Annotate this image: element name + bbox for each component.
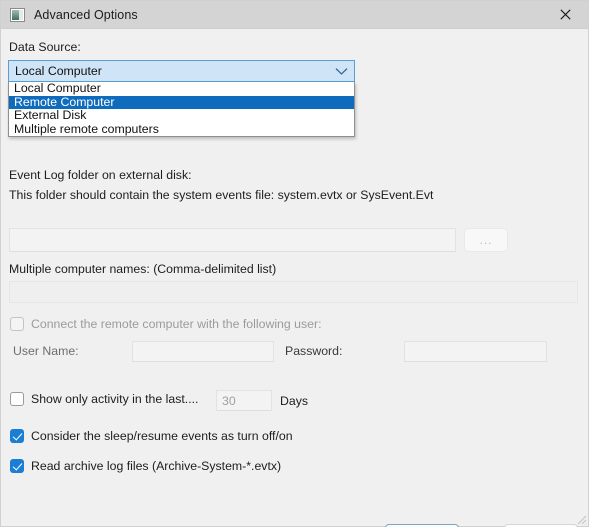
event-log-folder-label: Event Log folder on external disk:: [9, 168, 192, 182]
show-activity-checkbox-row[interactable]: Show only activity in the last....: [10, 392, 198, 406]
multiple-computer-names-input[interactable]: [9, 281, 578, 303]
dialog-body: Data Source: Local Computer Local Comput…: [1, 29, 588, 527]
data-source-selected-value: Local Computer: [15, 64, 102, 78]
password-label: Password:: [285, 344, 343, 358]
data-source-label: Data Source:: [9, 40, 81, 54]
close-icon[interactable]: [543, 1, 588, 29]
event-log-folder-input[interactable]: [9, 228, 456, 252]
app-window-icon: [10, 7, 25, 22]
sleep-resume-checkbox[interactable]: [10, 429, 24, 443]
password-input[interactable]: [404, 341, 547, 362]
dropdown-option-multiple-remote-computers[interactable]: Multiple remote computers: [9, 122, 354, 137]
browse-folder-button[interactable]: ...: [464, 228, 508, 252]
resize-grip[interactable]: [574, 512, 587, 525]
event-log-folder-hint: This folder should contain the system ev…: [9, 188, 434, 202]
show-activity-checkbox[interactable]: [10, 392, 24, 406]
data-source-dropdown-list[interactable]: Local Computer Remote Computer External …: [8, 81, 355, 137]
show-activity-label: Show only activity in the last....: [31, 392, 199, 406]
dropdown-option-remote-computer[interactable]: Remote Computer: [9, 95, 354, 109]
title-bar: Advanced Options: [1, 1, 588, 29]
advanced-options-dialog: Advanced Options Data Source: Local Comp…: [0, 0, 589, 527]
days-label: Days: [280, 394, 309, 408]
dropdown-option-local-computer[interactable]: Local Computer: [9, 81, 354, 96]
days-input[interactable]: 30: [216, 390, 272, 411]
data-source-combobox[interactable]: Local Computer: [8, 60, 355, 82]
archive-log-label: Read archive log files (Archive-System-*…: [31, 459, 282, 473]
connect-remote-user-checkbox[interactable]: [10, 317, 24, 331]
sleep-resume-label: Consider the sleep/resume events as turn…: [31, 429, 293, 443]
dropdown-option-external-disk[interactable]: External Disk: [9, 108, 354, 123]
chevron-down-icon: [335, 67, 348, 76]
window-title: Advanced Options: [34, 7, 138, 22]
connect-remote-user-checkbox-row[interactable]: Connect the remote computer with the fol…: [10, 317, 322, 331]
archive-log-checkbox[interactable]: [10, 459, 24, 473]
user-name-input[interactable]: [132, 341, 274, 362]
multiple-computer-names-label: Multiple computer names: (Comma-delimite…: [9, 262, 277, 276]
connect-remote-user-label: Connect the remote computer with the fol…: [31, 317, 322, 331]
user-name-label: User Name:: [13, 344, 79, 358]
archive-log-checkbox-row[interactable]: Read archive log files (Archive-System-*…: [10, 459, 281, 473]
sleep-resume-checkbox-row[interactable]: Consider the sleep/resume events as turn…: [10, 429, 293, 443]
